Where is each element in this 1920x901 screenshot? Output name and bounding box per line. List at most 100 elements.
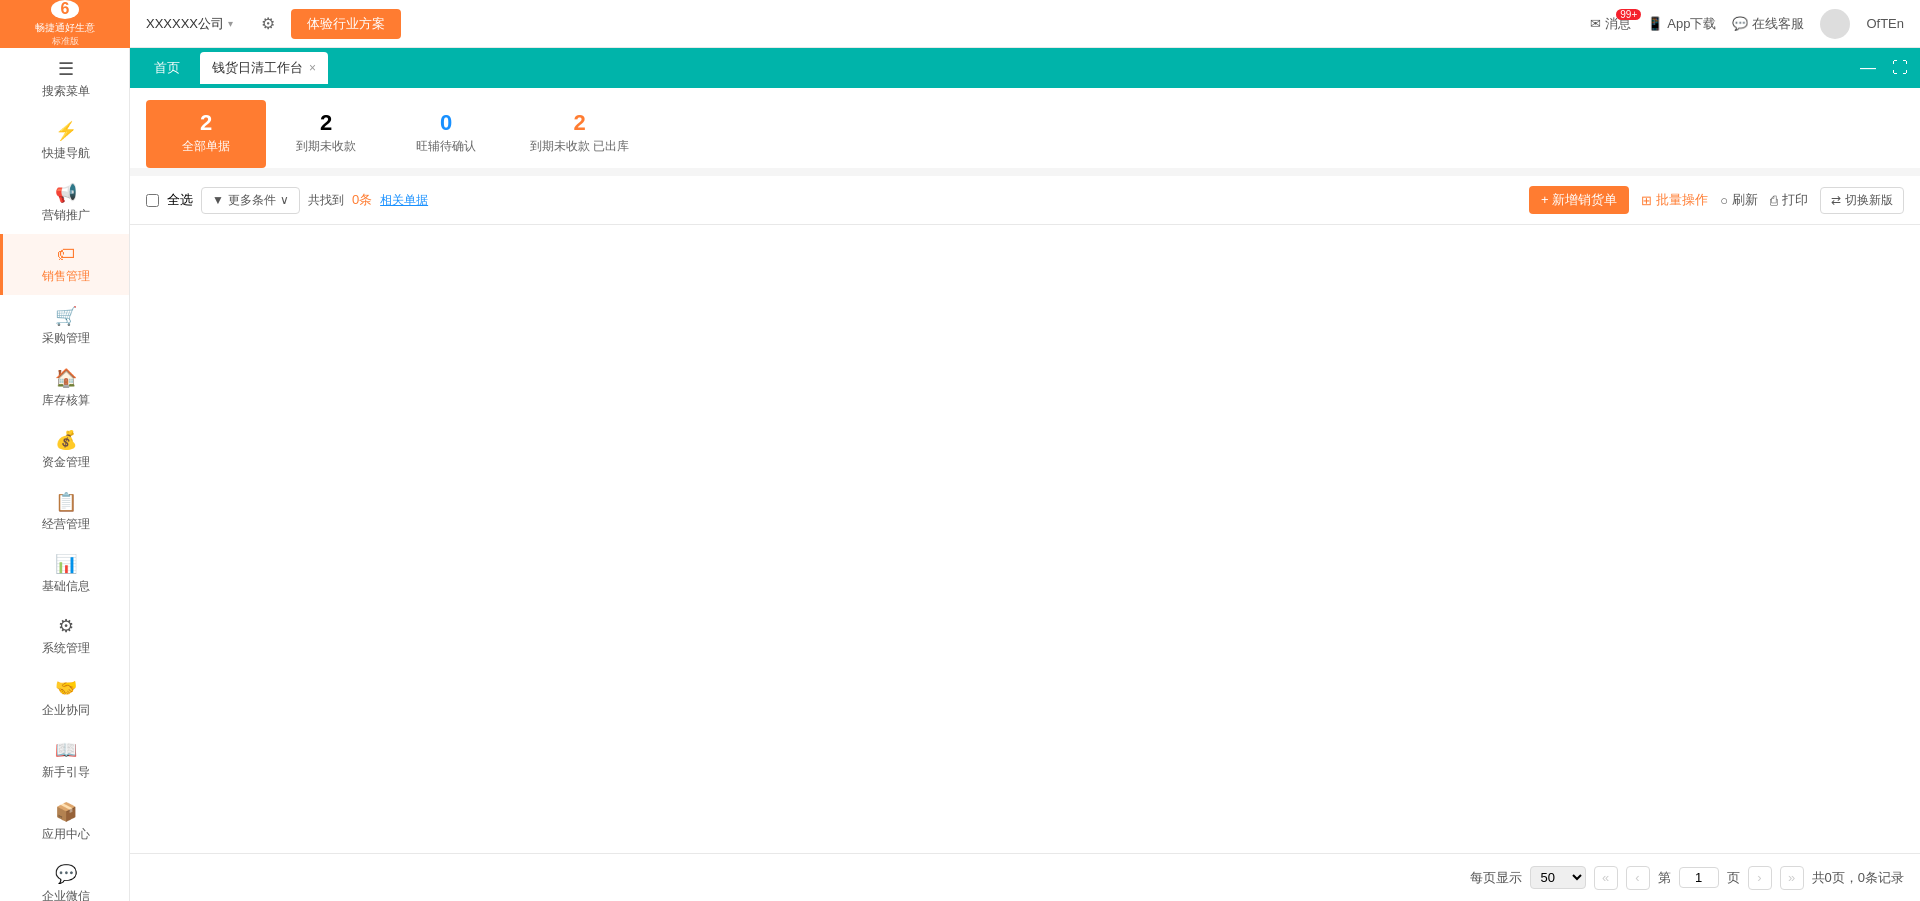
avatar: [1820, 9, 1850, 39]
sidebar-item-marketing[interactable]: 📢 营销推广: [0, 172, 129, 234]
sidebar-item-quicknav[interactable]: ⚡ 快捷导航: [0, 110, 129, 172]
batch-action-button[interactable]: ⊞ 批量操作: [1641, 191, 1708, 209]
select-all-checkbox[interactable]: [146, 194, 159, 207]
tab-close-button[interactable]: ×: [309, 61, 316, 75]
pagination-bar: 每页显示 20 50 100 « ‹ 第 页 › » 共0页，0条记录: [130, 853, 1920, 901]
online-service-label: 在线客服: [1752, 15, 1804, 33]
message-button[interactable]: ✉ 消息 99+: [1590, 15, 1631, 33]
page-size-prefix: 每页显示: [1470, 869, 1522, 887]
filter-label: 更多条件: [228, 192, 276, 209]
prev-page-button[interactable]: ‹: [1626, 866, 1650, 890]
tab-minimize-button[interactable]: —: [1856, 56, 1880, 80]
sidebar-item-label: 新手引导: [42, 764, 90, 781]
settings-button[interactable]: ⚙: [253, 9, 283, 39]
sidebar-item-label: 快捷导航: [42, 145, 90, 162]
sidebar-item-appcenter[interactable]: 📦 应用中心: [0, 791, 129, 853]
search-menu-icon: ☰: [58, 58, 74, 80]
app-download-button[interactable]: 📱 App下载: [1647, 15, 1716, 33]
page-content: 2 全部单据 2 到期未收款 0 旺辅待确认 2 到期未收款 已出库: [130, 88, 1920, 901]
filter-button[interactable]: ▼ 更多条件 ∨: [201, 187, 300, 214]
online-service-button[interactable]: 💬 在线客服: [1732, 15, 1804, 33]
sidebar-item-label: 经营管理: [42, 516, 90, 533]
page-size-select[interactable]: 20 50 100: [1530, 866, 1586, 889]
status-label-all: 全部单据: [170, 138, 242, 155]
marketing-icon: 📢: [55, 182, 77, 204]
tab-maximize-button[interactable]: ⛶: [1888, 56, 1912, 80]
company-selector[interactable]: XXXXXX公司 ▾: [130, 15, 253, 33]
next-page-button[interactable]: ›: [1748, 866, 1772, 890]
status-cards: 2 全部单据 2 到期未收款 0 旺辅待确认 2 到期未收款 已出库: [130, 88, 1920, 168]
count-value: 0条: [352, 191, 372, 209]
sidebar-item-label: 应用中心: [42, 826, 90, 843]
select-all-label: 全选: [167, 191, 193, 209]
tab-bar: 首页 钱货日清工作台 × — ⛶: [130, 48, 1920, 88]
status-card-wangfu[interactable]: 0 旺辅待确认: [386, 100, 506, 168]
guide-icon: 📖: [55, 739, 77, 761]
app-download-label: App下载: [1667, 15, 1716, 33]
sidebar-item-wechat[interactable]: 💬 企业微信: [0, 853, 129, 901]
sidebar-item-finance[interactable]: 💰 资金管理: [0, 419, 129, 481]
company-dropdown-arrow: ▾: [228, 18, 233, 29]
status-card-all[interactable]: 2 全部单据: [146, 100, 266, 168]
sidebar-item-purchase[interactable]: 🛒 采购管理: [0, 295, 129, 357]
sidebar-item-operations[interactable]: 📋 经营管理: [0, 481, 129, 543]
sidebar-item-sales[interactable]: 🏷 销售管理: [0, 234, 129, 295]
page-suffix: 页: [1727, 869, 1740, 887]
new-sales-button[interactable]: + 新增销货单: [1529, 186, 1629, 214]
sidebar-item-label: 企业协同: [42, 702, 90, 719]
sidebar-item-label: 库存核算: [42, 392, 90, 409]
sidebar-item-system[interactable]: ⚙ 系统管理: [0, 605, 129, 667]
sidebar-item-guide[interactable]: 📖 新手引导: [0, 729, 129, 791]
tab-bar-right: — ⛶: [1856, 56, 1912, 80]
message-badge: 99+: [1616, 9, 1641, 20]
top-header: 6 畅捷通好生意 标准版 XXXXXX公司 ▾ ⚙ 体验行业方案 ✉ 消息 99…: [0, 0, 1920, 48]
sidebar-item-inventory[interactable]: 🏠 库存核算: [0, 357, 129, 419]
batch-icon: ⊞: [1641, 193, 1652, 208]
tab-label: 钱货日清工作台: [212, 59, 303, 77]
page-prefix: 第: [1658, 869, 1671, 887]
status-count-overdue: 2: [290, 110, 362, 136]
first-page-button[interactable]: «: [1594, 866, 1618, 890]
print-button[interactable]: ⎙ 打印: [1770, 191, 1808, 209]
page-input[interactable]: [1679, 867, 1719, 888]
toolbar-right: + 新增销货单 ⊞ 批量操作 ○ 刷新 ⎙ 打印 ⇄: [1529, 186, 1904, 214]
filter-arrow: ∨: [280, 193, 289, 207]
app-download-icon: 📱: [1647, 16, 1663, 31]
wechat-icon: 💬: [55, 863, 77, 885]
logo-sub: 标准版: [52, 35, 79, 48]
count-prefix: 共找到: [308, 192, 344, 209]
related-link[interactable]: 相关单据: [380, 192, 428, 209]
main-layout: ☰ 搜索菜单 ⚡ 快捷导航 📢 营销推广 🏷 销售管理 🛒 采购管理 🏠 库存核…: [0, 48, 1920, 901]
status-count-overdue-shipped: 2: [530, 110, 629, 136]
status-card-overdue[interactable]: 2 到期未收款: [266, 100, 386, 168]
online-service-icon: 💬: [1732, 16, 1748, 31]
content-area: 首页 钱货日清工作台 × — ⛶ 2 全部单据 2 到期未收款: [130, 48, 1920, 901]
status-count-all: 2: [170, 110, 242, 136]
sidebar: ☰ 搜索菜单 ⚡ 快捷导航 📢 营销推广 🏷 销售管理 🛒 采购管理 🏠 库存核…: [0, 48, 130, 901]
switch-version-button[interactable]: ⇄ 切换新版: [1820, 187, 1904, 214]
system-icon: ⚙: [58, 615, 74, 637]
company-name: XXXXXX公司: [146, 15, 224, 33]
sidebar-item-search[interactable]: ☰ 搜索菜单: [0, 48, 129, 110]
status-label-overdue-shipped: 到期未收款 已出库: [530, 138, 629, 155]
purchase-icon: 🛒: [55, 305, 77, 327]
status-label-wangfu: 旺辅待确认: [410, 138, 482, 155]
logo-area: 6 畅捷通好生意 标准版: [0, 0, 130, 48]
last-page-button[interactable]: »: [1780, 866, 1804, 890]
inventory-icon: 🏠: [55, 367, 77, 389]
quicknav-icon: ⚡: [55, 120, 77, 142]
experience-button[interactable]: 体验行业方案: [291, 9, 401, 39]
enterprise-icon: 🤝: [55, 677, 77, 699]
logo-icon: 6: [51, 0, 79, 19]
sidebar-item-label: 基础信息: [42, 578, 90, 595]
status-card-overdue-shipped[interactable]: 2 到期未收款 已出库: [506, 100, 653, 168]
print-label: 打印: [1782, 191, 1808, 209]
user-name: OfTEn: [1866, 16, 1904, 31]
operations-icon: 📋: [55, 491, 77, 513]
refresh-button[interactable]: ○ 刷新: [1720, 191, 1758, 209]
tab-home[interactable]: 首页: [138, 48, 196, 88]
tab-qhrc[interactable]: 钱货日清工作台 ×: [200, 52, 328, 84]
message-icon: ✉: [1590, 16, 1601, 31]
sidebar-item-basic[interactable]: 📊 基础信息: [0, 543, 129, 605]
sidebar-item-enterprise[interactable]: 🤝 企业协同: [0, 667, 129, 729]
